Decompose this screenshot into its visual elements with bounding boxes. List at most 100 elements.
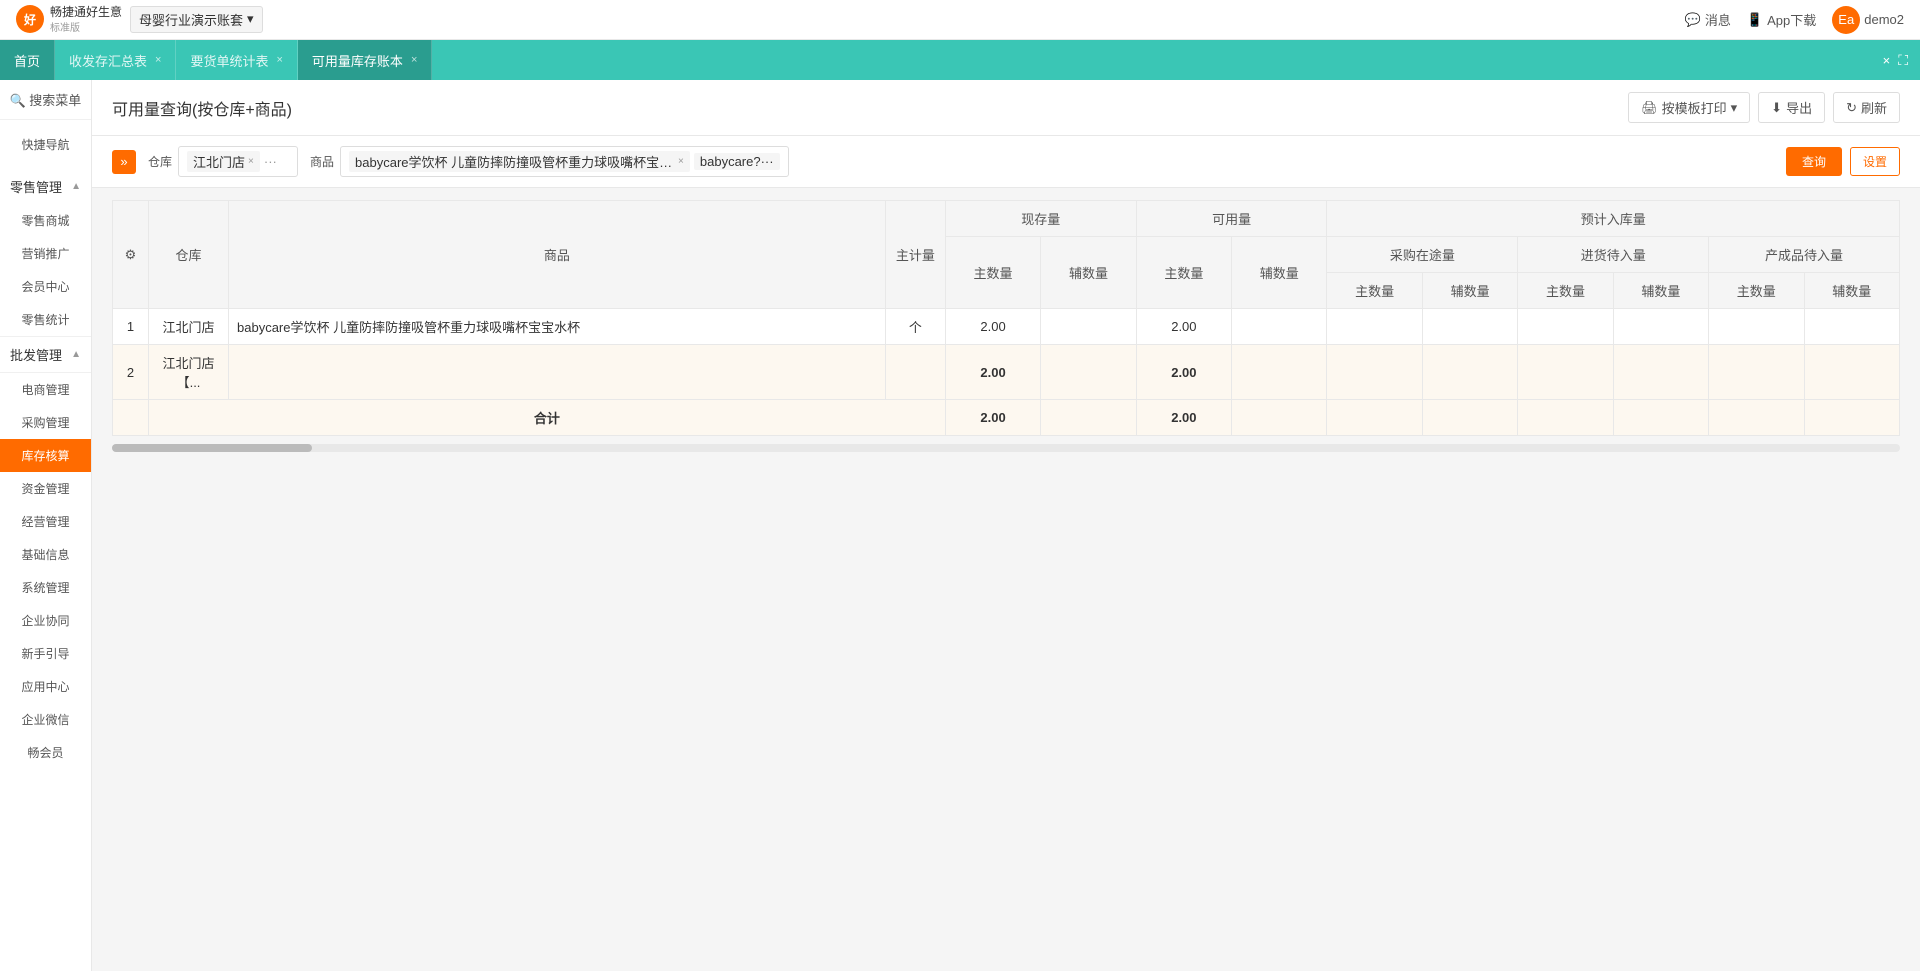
col-settings-header[interactable]: ⚙ (113, 201, 149, 309)
warehouse-filter-label: 仓库 (148, 153, 172, 170)
table-row-subtotal: 2 江北门店【... 2.00 2.00 (113, 345, 1900, 400)
row2-finished-main (1709, 345, 1804, 400)
sidebar-item-quick-nav-label: 快捷导航 (21, 136, 69, 153)
fullscreen-icon[interactable]: ⛶ (1898, 52, 1908, 69)
col-product-header: 商品 (229, 201, 886, 309)
logo-text-block: 畅捷通好生意 标准版 (50, 5, 122, 34)
sidebar-item-system[interactable]: 系统管理 (0, 571, 91, 604)
top-bar-left: 好 畅捷通好生意 标准版 母婴行业演示账套 ▾ (16, 5, 263, 34)
sidebar-item-vip[interactable]: 畅会员 (0, 736, 91, 769)
product-tag-close-icon[interactable]: × (678, 156, 684, 167)
warehouse-tag-close-icon[interactable]: × (248, 156, 254, 167)
sidebar-item-inventory[interactable]: 库存核算 (0, 439, 91, 472)
sidebar-item-finance[interactable]: 资金管理 (0, 472, 91, 505)
purchase-transit-group-header: 采购在途量 (1327, 237, 1518, 273)
logo-icon: 好 (16, 5, 44, 33)
tab-available-stock[interactable]: 可用量库存账本 × (298, 40, 432, 80)
page-title: 可用量查询(按仓库+商品) (112, 96, 292, 132)
data-table: ⚙ 仓库 商品 主计量 现存量 可用量 预计入库量 主数量 辅数量 主数量 辅数… (112, 200, 1900, 436)
tab-order-stats-label: 要货单统计表 (190, 51, 268, 70)
sidebar-item-retail-shop-label: 零售商城 (21, 212, 69, 229)
print-button[interactable]: 🖨 按模板打印 ▾ (1628, 92, 1750, 123)
filter-warehouse: 仓库 江北门店 × ··· (148, 146, 298, 177)
product-filter-input[interactable]: babycare学饮杯 儿童防摔防撞吸管杯重力球吸嘴杯宝宝水杯 × babyca… (340, 146, 789, 177)
avatar: Ea (1832, 6, 1860, 34)
tab-income-expense[interactable]: 收发存汇总表 × (55, 40, 176, 80)
row1-purchase-transit-sub (1422, 309, 1517, 345)
export-icon: ⬇ (1771, 100, 1782, 116)
sidebar-search[interactable]: 🔍 搜索菜单 (0, 80, 91, 120)
sidebar-item-purchase[interactable]: 采购管理 (0, 406, 91, 439)
tab-order-stats-close[interactable]: × (276, 54, 282, 66)
current-main-header: 主数量 (945, 237, 1040, 309)
query-button[interactable]: 查询 (1786, 147, 1842, 176)
chevron-down-icon: ▲ (71, 349, 81, 360)
sidebar-item-member[interactable]: 会员中心 (0, 270, 91, 303)
main-layout: 🔍 搜索菜单 快捷导航 零售管理 ▲ 零售商城 营销推广 会员中心 零售统计 (0, 80, 1920, 971)
sidebar-item-ecommerce[interactable]: 电商管理 (0, 373, 91, 406)
sidebar-item-app-center-label: 应用中心 (21, 678, 69, 695)
row1-incoming-sub (1613, 309, 1708, 345)
sidebar-item-retail-shop[interactable]: 零售商城 (0, 204, 91, 237)
sidebar-item-operations-label: 经营管理 (21, 513, 69, 530)
filter-bar: » 仓库 江北门店 × ··· 商品 babycare学饮杯 儿童防摔防撞吸管杯… (92, 136, 1920, 188)
sidebar-item-operations[interactable]: 经营管理 (0, 505, 91, 538)
row1-index: 1 (113, 309, 149, 345)
row2-product (229, 345, 886, 400)
tab-order-stats[interactable]: 要货单统计表 × (176, 40, 297, 80)
sidebar-item-basics[interactable]: 基础信息 (0, 538, 91, 571)
sidebar-item-member-label: 会员中心 (21, 278, 69, 295)
row1-finished-sub (1804, 309, 1899, 345)
row2-incoming-main (1518, 345, 1613, 400)
table-footer: 合计 2.00 2.00 (113, 400, 1900, 436)
sidebar-item-enterprise-wechat[interactable]: 企业微信 (0, 703, 91, 736)
sidebar-item-quick-nav[interactable]: 快捷导航 (0, 128, 91, 161)
settings-gear-icon: ⚙ (125, 247, 137, 262)
sidebar-item-newbie[interactable]: 新手引导 (0, 637, 91, 670)
sidebar-item-wholesale-mgmt[interactable]: 批发管理 ▲ (0, 337, 91, 372)
total-incoming-sub (1613, 400, 1708, 436)
incoming-main-header: 主数量 (1518, 273, 1613, 309)
settings-button[interactable]: 设置 (1850, 147, 1900, 176)
sidebar-item-app-center[interactable]: 应用中心 (0, 670, 91, 703)
user-profile[interactable]: Ea demo2 (1832, 6, 1904, 34)
table-row: 1 江北门店 babycare学饮杯 儿童防摔防撞吸管杯重力球吸嘴杯宝宝水杯 个… (113, 309, 1900, 345)
avatar-initials: Ea (1838, 12, 1854, 27)
row2-available-main: 2.00 (1136, 345, 1231, 400)
tab-income-expense-close[interactable]: × (155, 54, 161, 66)
total-purchase-transit-sub (1422, 400, 1517, 436)
scroll-track[interactable] (112, 444, 1900, 452)
industry-selector[interactable]: 母婴行业演示账套 ▾ (130, 6, 263, 33)
available-group-header: 可用量 (1136, 201, 1327, 237)
row1-available-main: 2.00 (1136, 309, 1231, 345)
warehouse-filter-input[interactable]: 江北门店 × ··· (178, 146, 298, 177)
scroll-thumb[interactable] (112, 444, 312, 452)
print-chevron-icon: ▾ (1731, 100, 1738, 116)
logo-sub: 标准版 (50, 19, 122, 34)
sidebar-item-retail-mgmt-label: 零售管理 (10, 177, 62, 196)
tab-home[interactable]: 首页 (0, 40, 55, 80)
warehouse-filter-dots[interactable]: ··· (264, 154, 277, 169)
sidebar-item-retail-mgmt[interactable]: 零售管理 ▲ (0, 169, 91, 204)
tab-available-stock-close[interactable]: × (411, 54, 417, 66)
sidebar-item-marketing[interactable]: 营销推广 (0, 237, 91, 270)
total-current-sub (1041, 400, 1136, 436)
sidebar-item-enterprise[interactable]: 企业协同 (0, 604, 91, 637)
export-button[interactable]: ⬇ 导出 (1758, 92, 1825, 123)
app-icon: 📱 (1747, 12, 1763, 28)
row2-unit (885, 345, 945, 400)
sidebar-item-retail-stats-label: 零售统计 (21, 311, 69, 328)
refresh-button[interactable]: ↻ 刷新 (1833, 92, 1900, 123)
incoming-sub-header: 辅数量 (1613, 273, 1708, 309)
filter-expand-button[interactable]: » (112, 150, 136, 174)
app-download-button[interactable]: 📱 App下载 (1747, 10, 1816, 29)
top-bar-right: 💬 消息 📱 App下载 Ea demo2 (1685, 6, 1904, 34)
message-button[interactable]: 💬 消息 (1685, 10, 1731, 29)
message-icon: 💬 (1685, 12, 1701, 28)
tab-close-all-icon[interactable]: × (1883, 53, 1891, 68)
logo: 好 畅捷通好生意 标准版 (16, 5, 122, 34)
row1-warehouse: 江北门店 (149, 309, 229, 345)
tab-bar-actions: × ⛶ (1871, 52, 1920, 69)
purchase-transit-sub-header: 辅数量 (1422, 273, 1517, 309)
sidebar-item-retail-stats[interactable]: 零售统计 (0, 303, 91, 336)
